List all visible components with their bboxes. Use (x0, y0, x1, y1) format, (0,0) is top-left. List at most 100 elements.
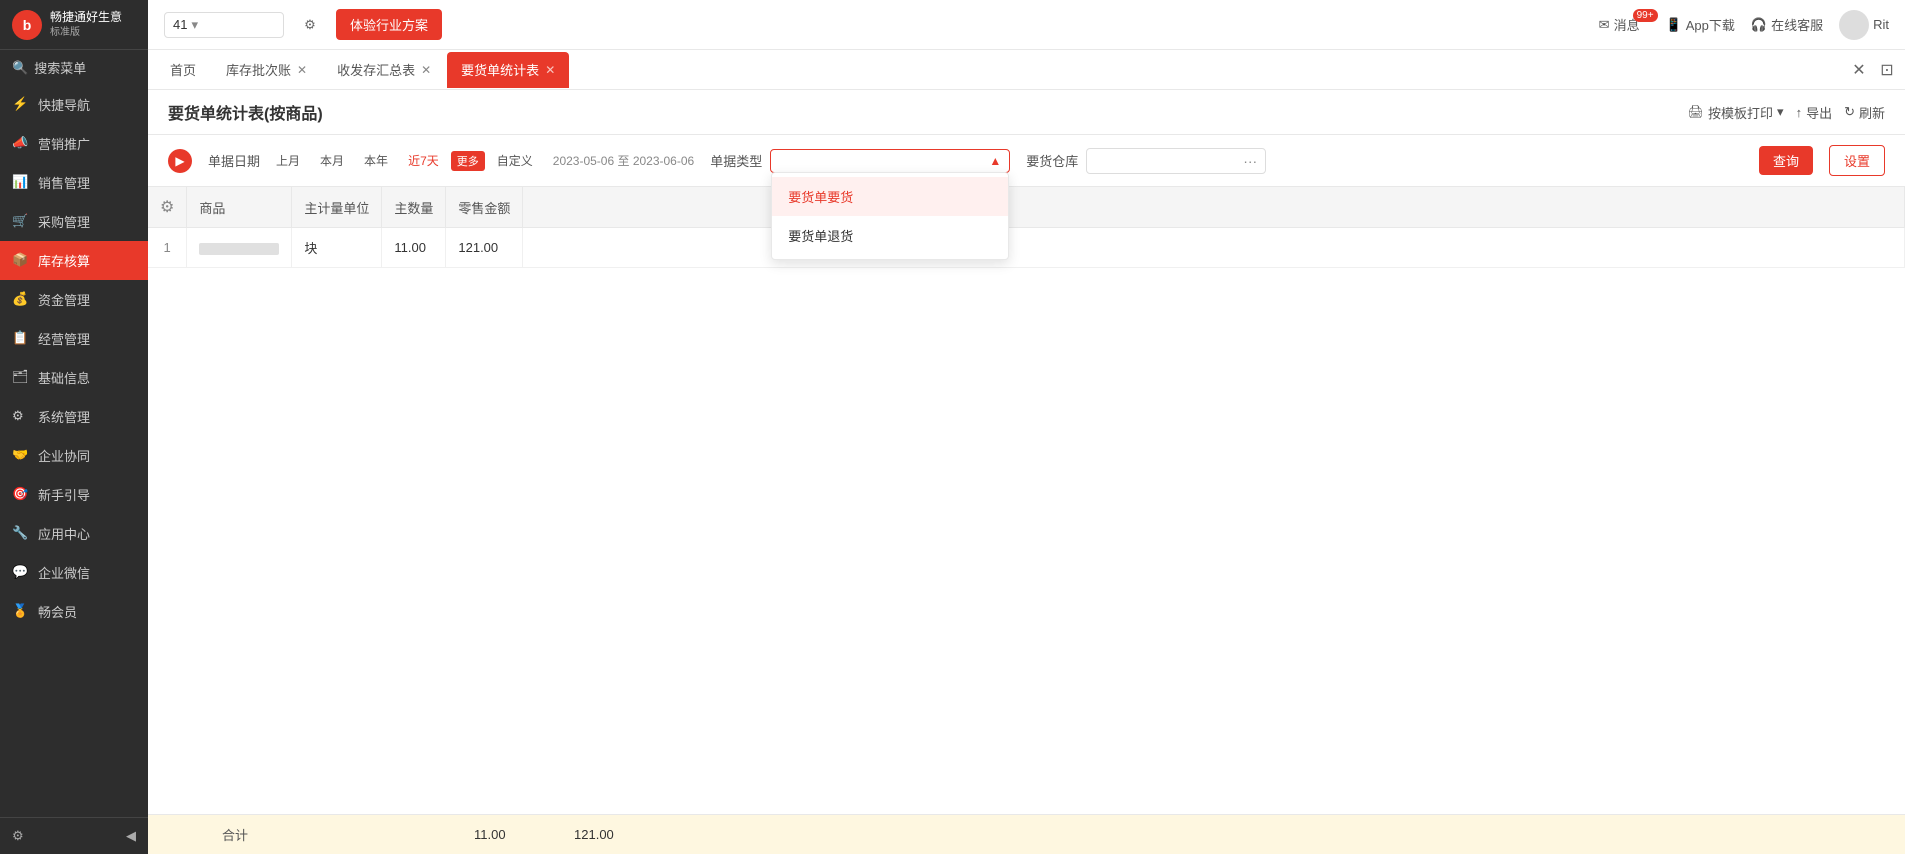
sidebar-footer: ⚙ ◀ (0, 817, 148, 854)
message-icon: ✉ (1599, 17, 1610, 33)
export-button[interactable]: ↑ 导出 (1796, 103, 1833, 122)
app-download-button[interactable]: 📱 App下载 (1666, 15, 1735, 34)
tab-order-stats[interactable]: 要货单统计表 ✕ (447, 52, 569, 88)
message-badge: 99+ (1633, 9, 1658, 22)
settings-gear-icon[interactable]: ⚙ (160, 199, 174, 216)
finance-icon: 💰 (12, 291, 30, 309)
appcenter-icon: 🔧 (12, 525, 30, 543)
cell-quantity: 11.00 (382, 228, 446, 268)
export-icon: ↑ (1796, 105, 1803, 120)
store-name: 41 (173, 17, 187, 32)
warehouse-filter-input[interactable]: ··· (1086, 148, 1266, 174)
table-wrapper: ⚙ 商品 主计量单位 主数量 零售金额 1 (148, 187, 1905, 814)
cell-amount: 121.00 (446, 228, 523, 268)
tab-shipment-summary[interactable]: 收发存汇总表 ✕ (323, 52, 445, 88)
sidebar-item-enterprise[interactable]: 🤝 企业协同 (0, 436, 148, 475)
nav-label: 销售管理 (38, 173, 90, 192)
type-dropdown-menu: 要货单要货 要货单退货 (771, 172, 1009, 260)
query-button[interactable]: 查询 (1759, 146, 1813, 175)
tab-home[interactable]: 首页 (156, 52, 210, 88)
user-avatar-area[interactable]: Rit (1839, 10, 1889, 40)
username-label: Rit (1873, 17, 1889, 32)
date-btn-more[interactable]: 更多 (451, 151, 485, 171)
page-title: 要货单统计表(按商品) (168, 100, 1688, 124)
sidebar-item-operation[interactable]: 📋 经营管理 (0, 319, 148, 358)
sidebar-item-purchase[interactable]: 🛒 采购管理 (0, 202, 148, 241)
print-template-button[interactable]: 🖨 按模板打印 ▾ (1688, 103, 1784, 122)
table-footer: 合计 11.00 121.00 (148, 814, 1905, 854)
footer-total-quantity: 11.00 (474, 827, 574, 842)
sidebar-item-system[interactable]: ⚙ 系统管理 (0, 397, 148, 436)
topbar: 41 ▾ ⚙ 体验行业方案 ✉ 消息 99+ 📱 App下载 🎧 在线客服 Ri… (148, 0, 1905, 50)
marketing-icon: 📣 (12, 135, 30, 153)
sidebar-item-finance[interactable]: 💰 资金管理 (0, 280, 148, 319)
date-btn-this-month[interactable]: 本月 (312, 149, 352, 172)
store-select-chevron: ▾ (191, 17, 198, 33)
sidebar: b 畅捷通好生意 标准版 🔍 搜索菜单 ⚡ 快捷导航 📣 营销推广 📊 销售管理… (0, 0, 148, 854)
online-service-button[interactable]: 🎧 在线客服 (1751, 15, 1823, 34)
nav-label: 企业微信 (38, 563, 90, 582)
tab-close-window-button[interactable]: ✕ (1849, 60, 1869, 80)
tab-inventory-batch[interactable]: 库存批次账 ✕ (212, 52, 321, 88)
app-logo-text: 畅捷通好生意 标准版 (50, 10, 122, 39)
warehouse-filter-group: 要货仓库 ··· (1026, 148, 1266, 174)
page-header: 要货单统计表(按商品) 🖨 按模板打印 ▾ ↑ 导出 ↻ 刷新 (148, 90, 1905, 135)
store-select[interactable]: 41 ▾ (164, 12, 284, 38)
sales-icon: 📊 (12, 174, 30, 192)
online-service-label: 在线客服 (1771, 15, 1823, 34)
purchase-icon: 🛒 (12, 213, 30, 231)
th-settings[interactable]: ⚙ (148, 187, 187, 228)
print-icon: 🖨 (1688, 104, 1705, 120)
footer-total-amount: 121.00 (574, 827, 674, 842)
nav-label: 经营管理 (38, 329, 90, 348)
type-filter-input[interactable]: ▲ 要货单要货 要货单退货 (770, 149, 1010, 173)
sidebar-item-basic[interactable]: 🗂 基础信息 (0, 358, 148, 397)
warehouse-filter-label: 要货仓库 (1026, 151, 1078, 170)
sidebar-item-member[interactable]: 🏅 畅会员 (0, 592, 148, 631)
cell-unit: 块 (292, 228, 382, 268)
tab-order-stats-label: 要货单统计表 (461, 60, 539, 79)
date-btn-last-month[interactable]: 上月 (268, 149, 308, 172)
trial-button[interactable]: 体验行业方案 (336, 9, 442, 40)
nav-label: 采购管理 (38, 212, 90, 231)
sidebar-search[interactable]: 🔍 搜索菜单 (0, 50, 148, 85)
data-table: ⚙ 商品 主计量单位 主数量 零售金额 1 (148, 187, 1905, 268)
type-filter-group: 单据类型 ▲ 要货单要货 要货单退货 (710, 149, 1010, 173)
inventory-icon: 📦 (12, 252, 30, 270)
warehouse-ellipsis-icon[interactable]: ··· (1243, 153, 1257, 169)
sidebar-item-wechat[interactable]: 💬 企业微信 (0, 553, 148, 592)
tab-inventory-batch-close[interactable]: ✕ (297, 63, 307, 77)
date-btn-this-year[interactable]: 本年 (356, 149, 396, 172)
tabsbar: 首页 库存批次账 ✕ 收发存汇总表 ✕ 要货单统计表 ✕ ✕ ⊡ (148, 50, 1905, 90)
date-filter-group: 单据日期 上月 本月 本年 近7天 更多 自定义 2023-05-06 至 20… (208, 149, 694, 172)
cell-extra (523, 228, 1905, 268)
tab-maximize-button[interactable]: ⊡ (1877, 60, 1897, 80)
cell-index: 1 (148, 228, 187, 268)
date-btn-custom[interactable]: 自定义 (489, 149, 541, 172)
topbar-right: ✉ 消息 99+ 📱 App下载 🎧 在线客服 Rit (1599, 10, 1889, 40)
settings-button[interactable]: 设置 (1829, 145, 1885, 176)
date-btn-7days[interactable]: 近7天 (400, 149, 447, 172)
tab-home-label: 首页 (170, 60, 196, 79)
dropdown-item-order-goods[interactable]: 要货单要货 (772, 177, 1008, 216)
message-button[interactable]: ✉ 消息 99+ (1599, 15, 1650, 34)
headset-icon: 🎧 (1751, 17, 1767, 33)
sidebar-item-appcenter[interactable]: 🔧 应用中心 (0, 514, 148, 553)
dropdown-item-order-return[interactable]: 要货单退货 (772, 216, 1008, 255)
nav-label: 系统管理 (38, 407, 90, 426)
topbar-gear-button[interactable]: ⚙ (296, 11, 324, 39)
footer-settings-icon[interactable]: ⚙ (12, 828, 24, 844)
export-label: 导出 (1806, 103, 1832, 122)
cell-product (187, 228, 292, 268)
collapse-button[interactable]: ◀ (126, 828, 136, 844)
sidebar-item-guide[interactable]: 🎯 新手引导 (0, 475, 148, 514)
tab-order-stats-close[interactable]: ✕ (545, 63, 555, 77)
sidebar-item-shortcut[interactable]: ⚡ 快捷导航 (0, 85, 148, 124)
refresh-button[interactable]: ↻ 刷新 (1844, 103, 1885, 122)
filter-expand-button[interactable]: ▶ (168, 149, 192, 173)
tab-shipment-summary-close[interactable]: ✕ (421, 63, 431, 77)
sidebar-item-sales[interactable]: 📊 销售管理 (0, 163, 148, 202)
sidebar-item-inventory[interactable]: 📦 库存核算 (0, 241, 148, 280)
sidebar-item-marketing[interactable]: 📣 营销推广 (0, 124, 148, 163)
date-options: 上月 本月 本年 近7天 更多 自定义 (268, 149, 541, 172)
